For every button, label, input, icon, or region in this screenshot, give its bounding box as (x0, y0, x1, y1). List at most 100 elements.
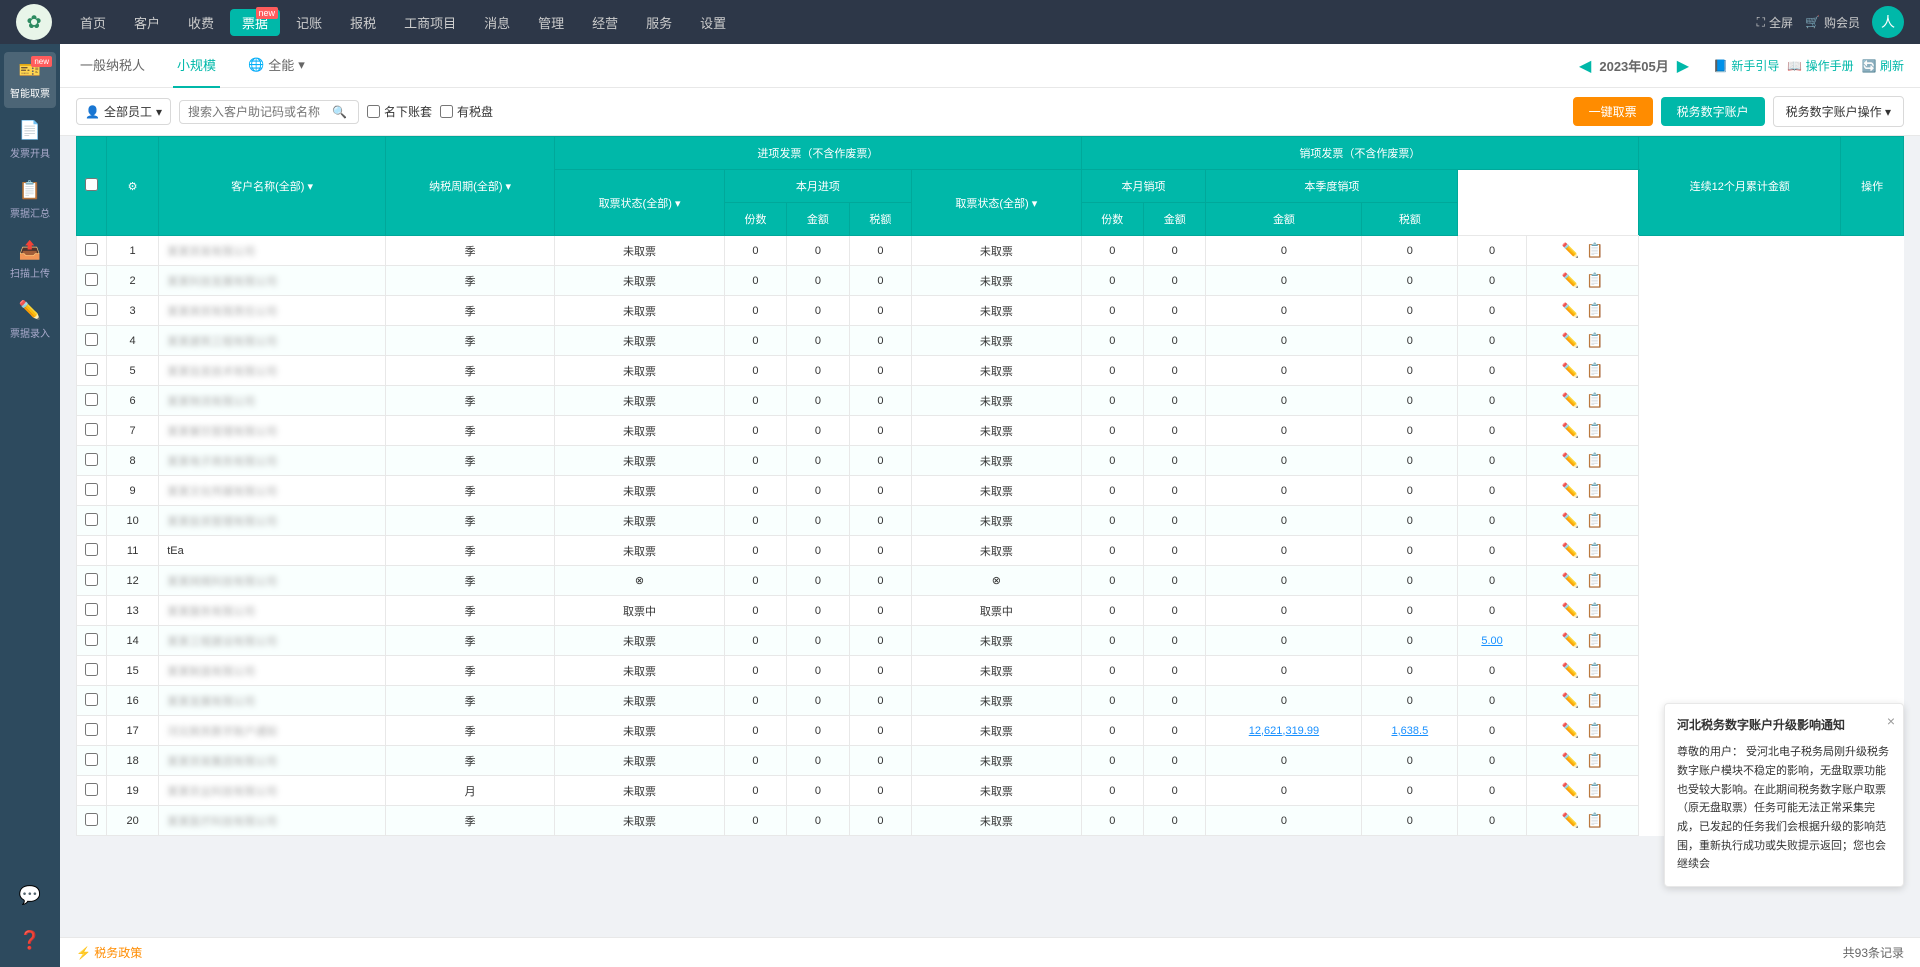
row-checkbox[interactable] (85, 453, 98, 466)
copy-button[interactable]: 📋 (1586, 722, 1603, 738)
one-click-fetch-button[interactable]: 一键取票 (1573, 97, 1653, 126)
copy-button[interactable]: 📋 (1586, 242, 1603, 258)
copy-button[interactable]: 📋 (1586, 512, 1603, 528)
row-client[interactable]: tEa (159, 536, 386, 566)
edit-button[interactable]: ✏️ (1562, 602, 1579, 618)
row-client[interactable]: 河北税务数字账户通知 (159, 716, 386, 746)
tab-small-scale[interactable]: 小规模 (173, 44, 220, 88)
sidebar-item-invoice-entry[interactable]: ✏️ 票据录入 (4, 292, 56, 348)
row-checkbox[interactable] (85, 483, 98, 496)
copy-button[interactable]: 📋 (1586, 752, 1603, 768)
row-client[interactable]: 某某服务有限公司 (159, 596, 386, 626)
edit-button[interactable]: ✏️ (1562, 812, 1579, 828)
edit-button[interactable]: ✏️ (1562, 512, 1579, 528)
edit-button[interactable]: ✏️ (1562, 782, 1579, 798)
edit-button[interactable]: ✏️ (1562, 422, 1579, 438)
th-fetch-status-out[interactable]: 取票状态(全部) ▾ (912, 170, 1081, 236)
nav-home[interactable]: 首页 (68, 9, 118, 36)
copy-button[interactable]: 📋 (1586, 302, 1603, 318)
row-client[interactable]: 某某农业科技有限公司 (159, 776, 386, 806)
row-client[interactable]: 某某发展有限公司 (159, 686, 386, 716)
row-client[interactable]: 某某电子商务有限公司 (159, 446, 386, 476)
row-checkbox[interactable] (85, 273, 98, 286)
edit-button[interactable]: ✏️ (1562, 452, 1579, 468)
row-checkbox[interactable] (85, 633, 98, 646)
row-client[interactable]: 某某贸易集团有限公司 (159, 746, 386, 776)
copy-button[interactable]: 📋 (1586, 362, 1603, 378)
row-client[interactable]: 某某工程建设有限公司 (159, 626, 386, 656)
edit-button[interactable]: ✏️ (1562, 662, 1579, 678)
nav-billing[interactable]: 收费 (176, 9, 226, 36)
nav-operation[interactable]: 经营 (580, 9, 630, 36)
copy-button[interactable]: 📋 (1586, 812, 1603, 828)
tax-disk-check[interactable] (440, 105, 453, 118)
copy-button[interactable]: 📋 (1586, 602, 1603, 618)
copy-button[interactable]: 📋 (1586, 422, 1603, 438)
row-checkbox[interactable] (85, 513, 98, 526)
sub-account-check[interactable] (367, 105, 380, 118)
row-client[interactable]: 某某投资管理有限公司 (159, 506, 386, 536)
sidebar-item-smart-fetch[interactable]: 🎫 智能取票 new (4, 52, 56, 108)
sidebar-item-invoice-summary[interactable]: 📋 票据汇总 (4, 172, 56, 228)
copy-button[interactable]: 📋 (1586, 482, 1603, 498)
nav-service[interactable]: 服务 (634, 9, 684, 36)
th-fetch-status-in[interactable]: 取票状态(全部) ▾ (555, 170, 724, 236)
avatar[interactable]: 人 (1872, 6, 1904, 38)
search-icon[interactable]: 🔍 (332, 105, 347, 119)
search-input[interactable] (188, 105, 328, 119)
row-checkbox[interactable] (85, 663, 98, 676)
copy-button[interactable]: 📋 (1586, 692, 1603, 708)
refresh-button[interactable]: 🔄 刷新 (1862, 57, 1904, 74)
row-client[interactable]: 某某物流有限公司 (159, 386, 386, 416)
nav-business[interactable]: 工商项目 (392, 9, 468, 36)
fullscreen-button[interactable]: ⛶ 全屏 (1757, 14, 1793, 31)
row-client[interactable]: 某某信息技术有限公司 (159, 356, 386, 386)
row-client[interactable]: 某某贸易有限公司 (159, 236, 386, 266)
copy-button[interactable]: 📋 (1586, 542, 1603, 558)
edit-button[interactable]: ✏️ (1562, 632, 1579, 648)
copy-button[interactable]: 📋 (1586, 632, 1603, 648)
sidebar-item-scan-upload[interactable]: 📤 扫描上传 (4, 232, 56, 288)
prev-month-button[interactable]: ◀ (1579, 56, 1591, 76)
edit-button[interactable]: ✏️ (1562, 692, 1579, 708)
row-checkbox[interactable] (85, 363, 98, 376)
manual-link[interactable]: 📖 操作手册 (1787, 57, 1853, 74)
nav-client[interactable]: 客户 (122, 9, 172, 36)
row-client[interactable]: 某某制造有限公司 (159, 656, 386, 686)
copy-button[interactable]: 📋 (1586, 392, 1603, 408)
row-client[interactable]: 某某医疗科技有限公司 (159, 806, 386, 836)
row-client[interactable]: 某某科技发展有限公司 (159, 266, 386, 296)
th-client-name[interactable]: 客户名称(全部) ▾ (159, 137, 386, 236)
nav-tax[interactable]: 报税 (338, 9, 388, 36)
row-checkbox[interactable] (85, 333, 98, 346)
copy-button[interactable]: 📋 (1586, 782, 1603, 798)
notification-close-button[interactable]: × (1887, 710, 1895, 732)
employee-select[interactable]: 👤 全部员工 ▾ (76, 98, 171, 125)
copy-button[interactable]: 📋 (1586, 332, 1603, 348)
edit-button[interactable]: ✏️ (1562, 482, 1579, 498)
th-tax-period[interactable]: 纳税周期(全部) ▾ (385, 137, 554, 236)
tax-disk-checkbox[interactable]: 有税盘 (440, 103, 493, 120)
edit-button[interactable]: ✏️ (1562, 572, 1579, 588)
new-guide-link[interactable]: 📘 新手引导 (1713, 57, 1779, 74)
nav-accounting[interactable]: 记账 (284, 9, 334, 36)
row-client[interactable]: 某某网络科技有限公司 (159, 566, 386, 596)
edit-button[interactable]: ✏️ (1562, 272, 1579, 288)
sidebar-message-button[interactable]: 💬 (4, 877, 56, 914)
tab-general-taxpayer[interactable]: 一般纳税人 (76, 44, 149, 88)
row-checkbox[interactable] (85, 573, 98, 586)
edit-button[interactable]: ✏️ (1562, 722, 1579, 738)
nav-message[interactable]: 消息 (472, 9, 522, 36)
edit-button[interactable]: ✏️ (1562, 542, 1579, 558)
row-checkbox[interactable] (85, 393, 98, 406)
copy-button[interactable]: 📋 (1586, 452, 1603, 468)
row-checkbox[interactable] (85, 813, 98, 826)
sub-account-checkbox[interactable]: 名下账套 (367, 103, 432, 120)
edit-button[interactable]: ✏️ (1562, 752, 1579, 768)
next-month-button[interactable]: ▶ (1677, 56, 1689, 76)
row-client[interactable]: 某某餐饮管理有限公司 (159, 416, 386, 446)
row-client[interactable]: 某某商贸有限责任公司 (159, 296, 386, 326)
nav-invoice[interactable]: 票据 new (230, 9, 280, 36)
row-checkbox[interactable] (85, 303, 98, 316)
select-all-checkbox[interactable] (85, 178, 98, 191)
